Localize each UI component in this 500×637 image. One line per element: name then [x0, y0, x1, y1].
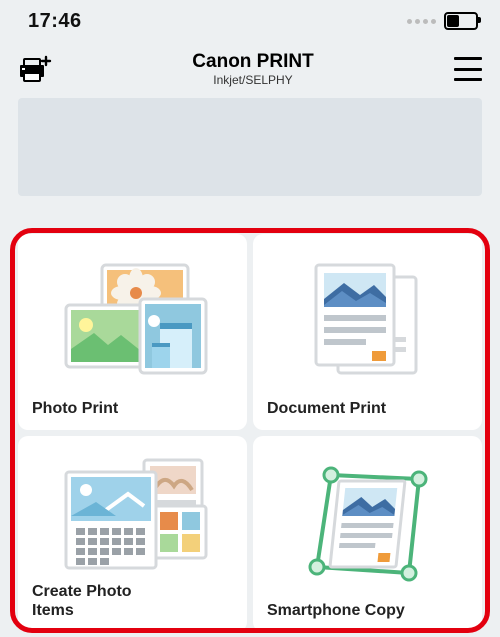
status-indicators [407, 12, 478, 30]
app-title-sub: Inkjet/SELPHY [192, 74, 313, 87]
menu-button[interactable] [454, 55, 482, 83]
status-time: 17:46 [28, 10, 82, 33]
tile-label: Smartphone Copy [267, 601, 468, 620]
tile-photo-print[interactable]: Photo Print [18, 234, 247, 430]
tile-create-photo-items[interactable]: Create Photo Items [18, 436, 247, 632]
signal-dots-icon [407, 19, 436, 24]
app-title: Canon PRINT Inkjet/SELPHY [192, 52, 313, 87]
app-title-main: Canon PRINT [192, 52, 313, 72]
tile-document-print[interactable]: Document Print [253, 234, 482, 430]
create-photo-items-icon [32, 446, 233, 582]
add-printer-button[interactable] [18, 55, 52, 83]
feature-grid: Photo Print [18, 234, 482, 632]
tile-smartphone-copy[interactable]: Smartphone Copy [253, 436, 482, 632]
document-print-icon [267, 244, 468, 399]
promo-banner[interactable] [18, 98, 482, 196]
tile-label: Document Print [267, 399, 468, 418]
tile-label: Create Photo Items [32, 582, 233, 620]
battery-icon [444, 12, 478, 30]
photo-print-icon [32, 244, 233, 399]
smartphone-copy-icon [267, 446, 468, 601]
tile-label: Photo Print [32, 399, 233, 418]
status-bar: 17:46 [0, 0, 500, 42]
app-header: Canon PRINT Inkjet/SELPHY [0, 42, 500, 96]
